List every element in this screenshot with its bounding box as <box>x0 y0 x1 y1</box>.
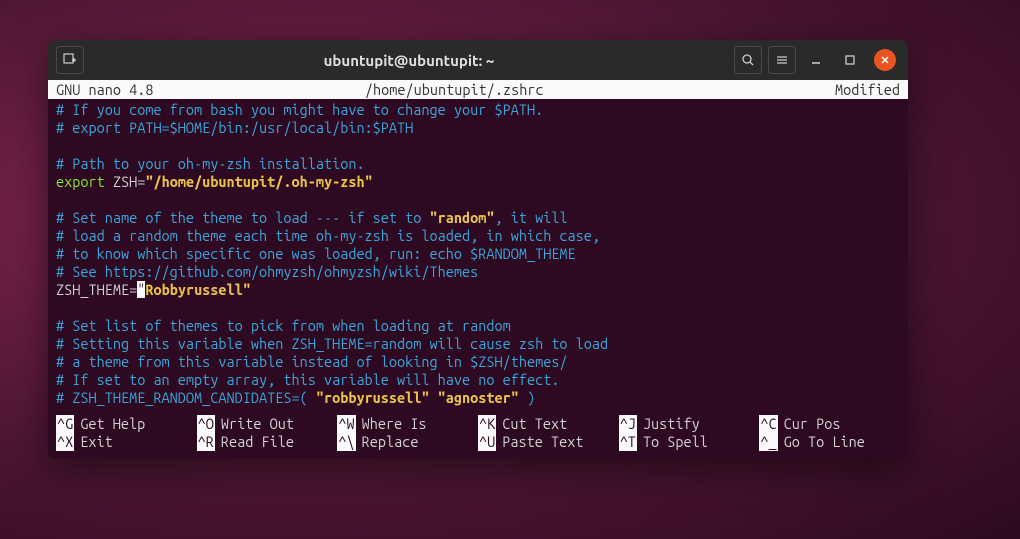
maximize-button[interactable] <box>836 46 864 74</box>
shortcut-key: ^C <box>759 415 777 433</box>
shortcut-replace: ^\Replace <box>337 433 478 451</box>
shortcut-label: Replace <box>356 433 419 451</box>
shortcut-key: ^T <box>619 433 637 451</box>
shortcut-key: ^\ <box>337 433 355 451</box>
editor-line: # If set to an empty array, this variabl… <box>56 371 559 388</box>
editor-line: # If you come from bash you might have t… <box>56 101 543 118</box>
editor-line: # Set list of themes to pick from when l… <box>56 317 511 334</box>
editor-token: # ZSH_THEME_RANDOM_CANDIDATES=( <box>56 389 316 406</box>
terminal-window: ubuntupit@ubuntupit: ~ GNU nano 4.8 /hom… <box>48 40 908 459</box>
editor-line: # load a random theme each time oh-my-zs… <box>56 227 600 244</box>
editor-token: = <box>129 281 137 298</box>
editor-line: # export PATH=$HOME/bin:/usr/local/bin:$… <box>56 119 413 136</box>
shortcut-label: Cut Text <box>496 415 567 433</box>
editor-token: "/home/ubuntupit/.oh-my-zsh" <box>145 173 372 190</box>
editor-line: # to know which specific one was loaded,… <box>56 245 576 262</box>
shortcut-key: ^R <box>197 433 215 451</box>
shortcut-to-spell: ^TTo Spell <box>619 433 760 451</box>
shortcut-label: Paste Text <box>496 433 583 451</box>
shortcuts-row: ^GGet Help ^OWrite Out ^WWhere Is ^KCut … <box>56 415 900 433</box>
editor-token: ZSH_THEME <box>56 281 129 298</box>
editor-token: "robbyrussell" "agnoster" <box>316 389 519 406</box>
shortcut-exit: ^XExit <box>56 433 197 451</box>
menu-button[interactable] <box>768 46 796 74</box>
nano-statusbar: GNU nano 4.8 /home/ubuntupit/.zshrc Modi… <box>48 80 908 99</box>
new-tab-button[interactable] <box>56 46 84 74</box>
shortcut-read-file: ^RRead File <box>197 433 338 451</box>
shortcut-label: Go To Line <box>778 433 865 451</box>
shortcut-label: Cur Pos <box>778 415 841 433</box>
shortcut-label: Write Out <box>215 415 294 433</box>
shortcut-label: Justify <box>637 415 700 433</box>
window-title: ubuntupit@ubuntupit: ~ <box>90 52 728 69</box>
nano-modified-status: Modified <box>835 81 900 98</box>
shortcut-where-is: ^WWhere Is <box>337 415 478 433</box>
editor-token: ZSH <box>105 173 137 190</box>
shortcut-cur-pos: ^CCur Pos <box>759 415 900 433</box>
titlebar: ubuntupit@ubuntupit: ~ <box>48 40 908 80</box>
shortcut-key: ^W <box>337 415 355 433</box>
shortcut-key: ^G <box>56 415 74 433</box>
shortcut-key: ^X <box>56 433 74 451</box>
nano-shortcuts: ^GGet Help ^OWrite Out ^WWhere Is ^KCut … <box>48 413 908 459</box>
shortcut-label: To Spell <box>637 433 708 451</box>
editor-token: , it will <box>495 209 568 226</box>
shortcut-cut-text: ^KCut Text <box>478 415 619 433</box>
editor-token: ) <box>519 389 535 406</box>
shortcut-justify: ^JJustify <box>619 415 760 433</box>
editor-content[interactable]: # If you come from bash you might have t… <box>48 99 908 413</box>
shortcut-key: ^K <box>478 415 496 433</box>
search-button[interactable] <box>734 46 762 74</box>
minimize-button[interactable] <box>802 46 830 74</box>
editor-line: # Path to your oh-my-zsh installation. <box>56 155 365 172</box>
shortcut-key: ^O <box>197 415 215 433</box>
shortcut-key: ^U <box>478 433 496 451</box>
editor-line: # Setting this variable when ZSH_THEME=r… <box>56 335 608 352</box>
editor-line: # a theme from this variable instead of … <box>56 353 568 370</box>
shortcut-write-out: ^OWrite Out <box>197 415 338 433</box>
shortcuts-row: ^XExit ^RRead File ^\Replace ^UPaste Tex… <box>56 433 900 451</box>
shortcut-key: ^J <box>619 415 637 433</box>
shortcut-key: ^_ <box>759 433 777 451</box>
editor-line: # See https://github.com/ohmyzsh/ohmyzsh… <box>56 263 478 280</box>
shortcut-get-help: ^GGet Help <box>56 415 197 433</box>
shortcut-go-to-line: ^_Go To Line <box>759 433 900 451</box>
shortcut-label: Read File <box>215 433 294 451</box>
editor-token: "random" <box>430 209 495 226</box>
shortcut-label: Where Is <box>356 415 427 433</box>
close-button[interactable] <box>874 49 896 71</box>
shortcut-paste-text: ^UPaste Text <box>478 433 619 451</box>
shortcut-label: Get Help <box>74 415 145 433</box>
editor-token: Robbyrussell" <box>145 281 251 298</box>
nano-file-path: /home/ubuntupit/.zshrc <box>73 81 835 98</box>
editor-token: export <box>56 173 105 190</box>
shortcut-label: Exit <box>74 433 112 451</box>
editor-token: # Set name of the theme to load --- if s… <box>56 209 430 226</box>
